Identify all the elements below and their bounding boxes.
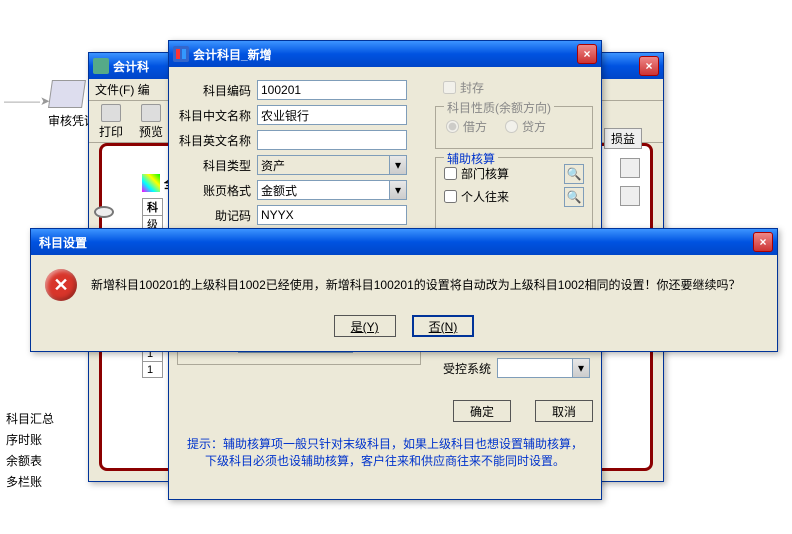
type-label: 科目类型 xyxy=(177,157,251,174)
dlg-close-btn[interactable]: × xyxy=(577,44,597,64)
cnname-label: 科目中文名称 xyxy=(177,107,251,124)
ctrl-label: 受控系统 xyxy=(435,360,491,377)
chevron-down-icon[interactable]: ▾ xyxy=(573,358,590,378)
enname-label: 科目英文名称 xyxy=(177,132,251,149)
chevron-down-icon[interactable]: ▾ xyxy=(390,180,407,200)
dept-lookup-btn[interactable]: 🔍 xyxy=(564,164,584,184)
msg-title: 科目设置 xyxy=(35,234,753,251)
dept-check[interactable] xyxy=(444,167,457,180)
page-label: 账页格式 xyxy=(177,182,251,199)
side-multicol[interactable]: 多栏账 xyxy=(6,473,54,490)
doc-icon xyxy=(48,80,86,108)
search-icon: 🔍 xyxy=(567,167,582,181)
tab-loss[interactable]: 损益 xyxy=(604,128,642,149)
cancel-button[interactable]: 取消 xyxy=(535,400,593,422)
app-icon xyxy=(93,58,109,74)
seal-label: 封存 xyxy=(460,79,484,96)
ctrl-select[interactable] xyxy=(497,358,573,378)
dlg-title: 会计科目_新增 xyxy=(193,46,577,63)
code-input[interactable] xyxy=(257,80,407,100)
side-journal[interactable]: 序时账 xyxy=(6,431,54,448)
side-summary[interactable]: 科目汇总 xyxy=(6,410,54,427)
side-balance[interactable]: 余额表 xyxy=(6,452,54,469)
credit-radio xyxy=(505,120,518,133)
ok-button[interactable]: 确定 xyxy=(453,400,511,422)
nature-legend: 科目性质(余额方向) xyxy=(444,99,554,116)
debit-radio xyxy=(446,120,459,133)
bg-close-btn[interactable]: × xyxy=(639,56,659,76)
nature-group: 科目性质(余额方向) 借方 贷方 xyxy=(435,106,593,149)
seal-check xyxy=(443,81,456,94)
binder-btn1[interactable] xyxy=(620,158,640,178)
confirm-msgbox: 科目设置 × ✕ 新增科目100201的上级科目1002已经使用，新增科目100… xyxy=(30,228,778,352)
error-icon: ✕ xyxy=(45,269,77,301)
msg-titlebar[interactable]: 科目设置 × xyxy=(31,229,777,255)
no-button[interactable]: 否(N) xyxy=(412,315,475,337)
type-select xyxy=(257,155,390,175)
preview-icon xyxy=(141,104,161,122)
dlg-titlebar[interactable]: 会计科目_新增 × xyxy=(169,41,601,67)
tool-print[interactable]: 打印 xyxy=(95,104,127,140)
enname-input[interactable] xyxy=(257,130,407,150)
page-select[interactable] xyxy=(257,180,390,200)
sidebar-links: 科目汇总 序时账 余额表 多栏账 xyxy=(6,410,54,490)
msg-close-btn[interactable]: × xyxy=(753,232,773,252)
palette-icon xyxy=(142,174,160,192)
person-lookup-btn[interactable]: 🔍 xyxy=(564,187,584,207)
chevron-down-icon: ▾ xyxy=(390,155,407,175)
aux-legend: 辅助核算 xyxy=(444,150,498,167)
msg-text: 新增科目100201的上级科目1002已经使用，新增科目100201的设置将自动… xyxy=(91,276,740,294)
mnemonic-label: 助记码 xyxy=(177,207,251,224)
yes-button[interactable]: 是(Y) xyxy=(334,315,396,337)
flow-arrow: ———➤ xyxy=(4,94,50,108)
code-label: 科目编码 xyxy=(177,82,251,99)
tool-preview[interactable]: 预览 xyxy=(135,104,167,140)
print-icon xyxy=(101,104,121,122)
mnemonic-input[interactable] xyxy=(257,205,407,225)
person-check[interactable] xyxy=(444,190,457,203)
dlg-app-icon xyxy=(173,46,189,62)
search-icon: 🔍 xyxy=(567,190,582,204)
binder-btn2[interactable] xyxy=(620,186,640,206)
hint-text: 提示：辅助核算项一般只针对末级科目，如果上级科目也想设置辅助核算， 下级科目必须… xyxy=(169,436,601,470)
cnname-input[interactable] xyxy=(257,105,407,125)
